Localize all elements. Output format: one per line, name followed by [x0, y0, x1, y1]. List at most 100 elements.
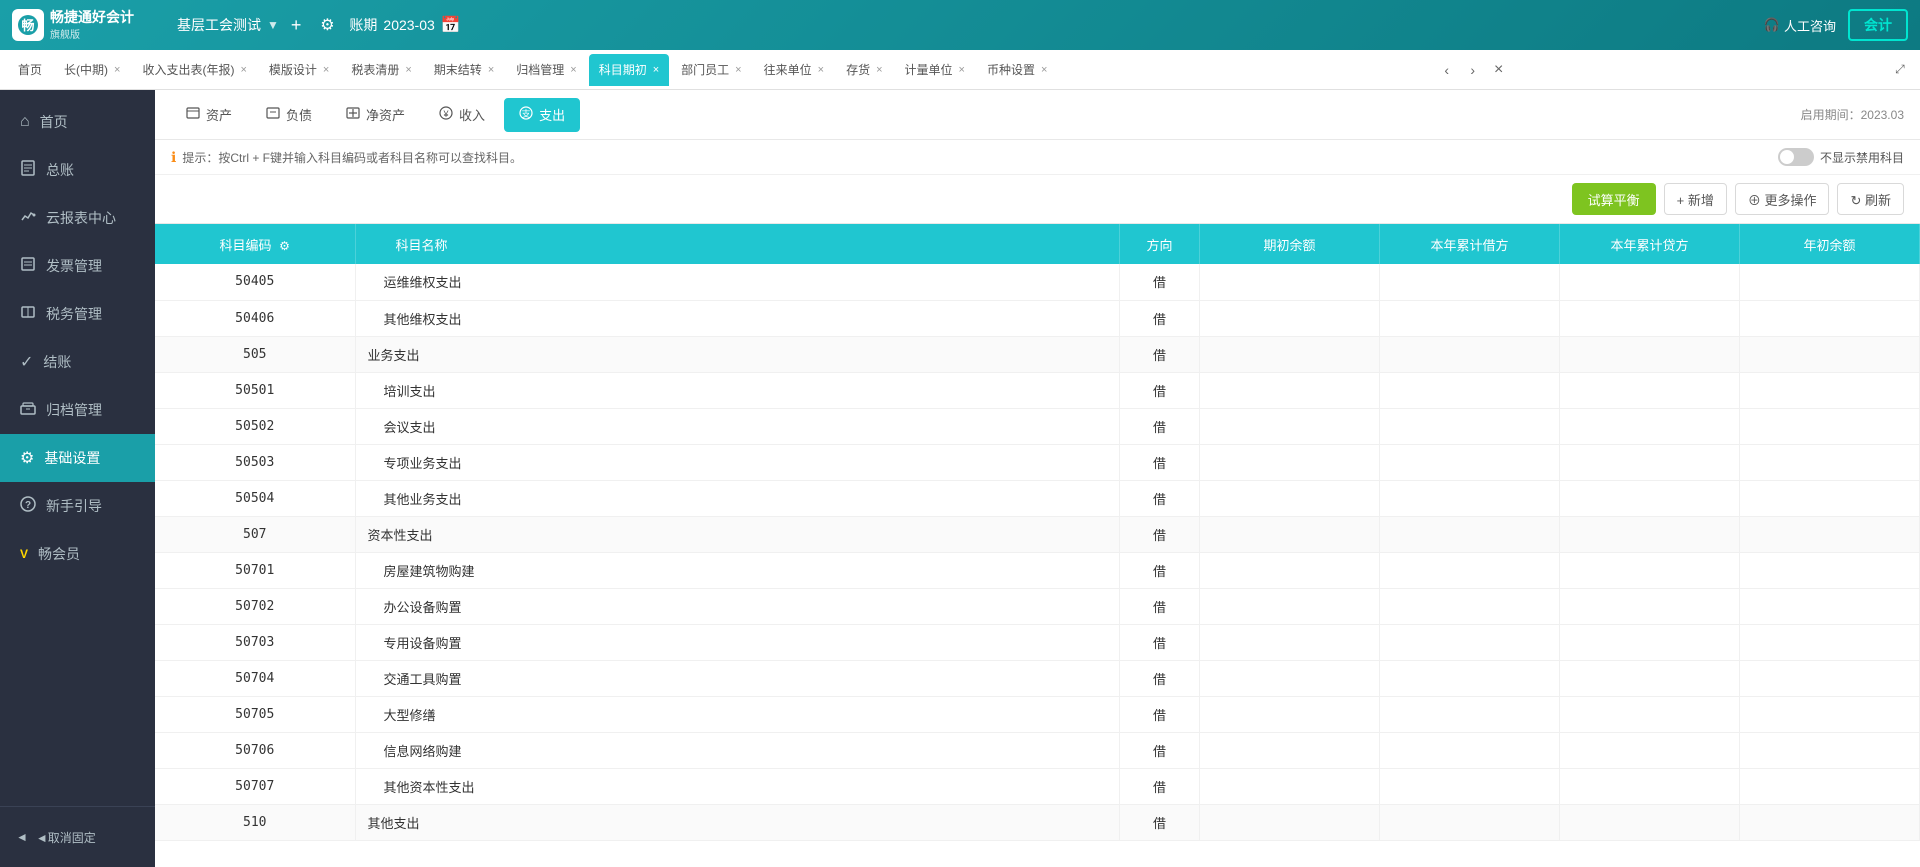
tab-close-icon[interactable]: × [735, 64, 741, 76]
sidebar-item-member[interactable]: V 畅会员 [0, 530, 155, 578]
sidebar-item-reports[interactable]: 云报表中心 [0, 194, 155, 242]
table-row[interactable]: 50503专项业务支出借 [155, 444, 1920, 480]
cell-beginning-balance [1740, 300, 1920, 336]
tab-close-icon[interactable]: × [653, 64, 659, 76]
tab-close-icon[interactable]: × [405, 64, 411, 76]
table-row[interactable]: 50501培训支出借 [155, 372, 1920, 408]
table-row[interactable]: 50703专用设备购置借 [155, 624, 1920, 660]
tab-contacts[interactable]: 往来单位 × [754, 54, 834, 86]
table-row[interactable]: 50405运维维权支出借 [155, 264, 1920, 300]
cat-tab-net-asset[interactable]: 净资产 [331, 98, 420, 132]
tab-close-all-btn[interactable]: × [1487, 58, 1511, 82]
account-button[interactable]: 会计 [1848, 9, 1908, 41]
table-row[interactable]: 507资本性支出借 [155, 516, 1920, 552]
tab-next-btn[interactable]: › [1461, 58, 1485, 82]
cell-opening-balance [1200, 444, 1380, 480]
sidebar-item-invoice[interactable]: 发票管理 [0, 242, 155, 290]
calc-balance-btn[interactable]: 试算平衡 [1572, 183, 1656, 215]
tab-close-icon[interactable]: × [114, 64, 120, 76]
table-row[interactable]: 50707其他资本性支出借 [155, 768, 1920, 804]
cell-direction: 借 [1120, 408, 1200, 444]
support-button[interactable]: 🎧 人工咨询 [1764, 16, 1836, 35]
cat-tab-asset[interactable]: 资产 [171, 98, 247, 132]
tab-period-close[interactable]: 期末结转 × [424, 54, 504, 86]
app-logo-icon: 畅 [12, 9, 44, 41]
tab-tax-table[interactable]: 税表清册 × [341, 54, 421, 86]
sidebar-item-settings[interactable]: ⚙ 基础设置 [0, 434, 155, 482]
tab-inventory[interactable]: 存货 × [836, 54, 892, 86]
tab-annual-report[interactable]: 收入支出表(年报) × [132, 54, 256, 86]
tab-close-icon[interactable]: × [1041, 64, 1047, 76]
tab-close-icon[interactable]: × [959, 64, 965, 76]
sidebar-collapse-btn[interactable]: ◄ ◄取消固定 [0, 819, 155, 855]
tab-close-icon[interactable]: × [323, 64, 329, 76]
table-row[interactable]: 50706信息网络购建借 [155, 732, 1920, 768]
table-row[interactable]: 510其他支出借 [155, 804, 1920, 840]
company-dropdown-icon: ▼ [267, 18, 279, 32]
cell-code: 50703 [155, 624, 355, 660]
cell-ytd-debit [1380, 732, 1560, 768]
cat-tab-net-asset-label: 净资产 [366, 105, 405, 124]
sidebar-label-tax: 税务管理 [46, 304, 102, 324]
sidebar-item-settle[interactable]: ✓ 结账 [0, 338, 155, 386]
calendar-icon[interactable]: 📅 [441, 15, 461, 35]
svg-text:¥: ¥ [443, 109, 450, 119]
sidebar-item-tax[interactable]: 税务管理 [0, 290, 155, 338]
cell-opening-balance [1200, 336, 1380, 372]
sidebar-item-guide[interactable]: ? 新手引导 [0, 482, 155, 530]
cell-opening-balance [1200, 624, 1380, 660]
cell-ytd-credit [1560, 408, 1740, 444]
tab-template[interactable]: 模版设计 × [259, 54, 339, 86]
cell-direction: 借 [1120, 336, 1200, 372]
company-selector[interactable]: 基层工会测试 ▼ [177, 15, 279, 35]
cell-code: 50705 [155, 696, 355, 732]
cell-ytd-debit [1380, 444, 1560, 480]
cell-name: 运维维权支出 [355, 264, 1120, 300]
toggle-disabled-subjects[interactable]: 不显示禁用科目 [1778, 148, 1904, 166]
tab-currency-label: 币种设置 [987, 61, 1035, 78]
table-row[interactable]: 50504其他业务支出借 [155, 480, 1920, 516]
cat-tab-liability[interactable]: 负债 [251, 98, 327, 132]
sidebar-item-ledger[interactable]: 总账 [0, 146, 155, 194]
column-settings-icon[interactable]: ⚙ [279, 239, 290, 253]
header-settings-icon[interactable]: ⚙ [313, 11, 341, 39]
tab-archive[interactable]: 归档管理 × [506, 54, 586, 86]
cat-tab-income[interactable]: ¥ 收入 [424, 98, 500, 132]
tab-medium-term[interactable]: 长(中期) × [54, 54, 130, 86]
cell-name: 大型修缮 [355, 696, 1120, 732]
tab-dept-staff[interactable]: 部门员工 × [671, 54, 751, 86]
table-row[interactable]: 50502会议支出借 [155, 408, 1920, 444]
tab-fullscreen-btn[interactable]: ⤢ [1888, 58, 1912, 82]
cell-code: 50501 [155, 372, 355, 408]
tab-close-icon[interactable]: × [240, 64, 246, 76]
add-company-btn[interactable]: + [287, 15, 306, 36]
table-row[interactable]: 50406其他维权支出借 [155, 300, 1920, 336]
cat-tab-expense[interactable]: 支 支出 [504, 98, 580, 132]
tab-prev-btn[interactable]: ‹ [1435, 58, 1459, 82]
sidebar-item-home[interactable]: ⌂ 首页 [0, 98, 155, 146]
tab-close-icon[interactable]: × [818, 64, 824, 76]
refresh-btn[interactable]: ↻ 刷新 [1837, 183, 1904, 215]
table-row[interactable]: 505业务支出借 [155, 336, 1920, 372]
tab-subject-init[interactable]: 科目期初 × [589, 54, 669, 86]
more-btn[interactable]: ⊕ 更多操作 [1735, 183, 1830, 215]
tab-currency[interactable]: 币种设置 × [977, 54, 1057, 86]
table-row[interactable]: 50705大型修缮借 [155, 696, 1920, 732]
table-row[interactable]: 50701房屋建筑物购建借 [155, 552, 1920, 588]
add-btn[interactable]: + 新增 [1664, 183, 1727, 215]
cell-ytd-debit [1380, 264, 1560, 300]
cell-direction: 借 [1120, 732, 1200, 768]
sidebar-item-archive[interactable]: 归档管理 [0, 386, 155, 434]
tab-unit[interactable]: 计量单位 × [895, 54, 975, 86]
tab-home[interactable]: 首页 [8, 54, 52, 86]
cell-ytd-credit [1560, 768, 1740, 804]
table-row[interactable]: 50704交通工具购置借 [155, 660, 1920, 696]
table-row[interactable]: 50702办公设备购置借 [155, 588, 1920, 624]
support-label: 人工咨询 [1784, 16, 1836, 35]
tab-close-icon[interactable]: × [488, 64, 494, 76]
th-opening-balance: 期初余额 [1200, 224, 1380, 264]
hint-bar: ℹ 提示：按Ctrl + F键并输入科目编码或者科目名称可以查找科目。 不显示禁… [155, 140, 1920, 175]
tab-close-icon[interactable]: × [876, 64, 882, 76]
tab-close-icon[interactable]: × [570, 64, 576, 76]
main-layout: ⌂ 首页 总账 云报表中心 发票管理 [0, 90, 1920, 867]
